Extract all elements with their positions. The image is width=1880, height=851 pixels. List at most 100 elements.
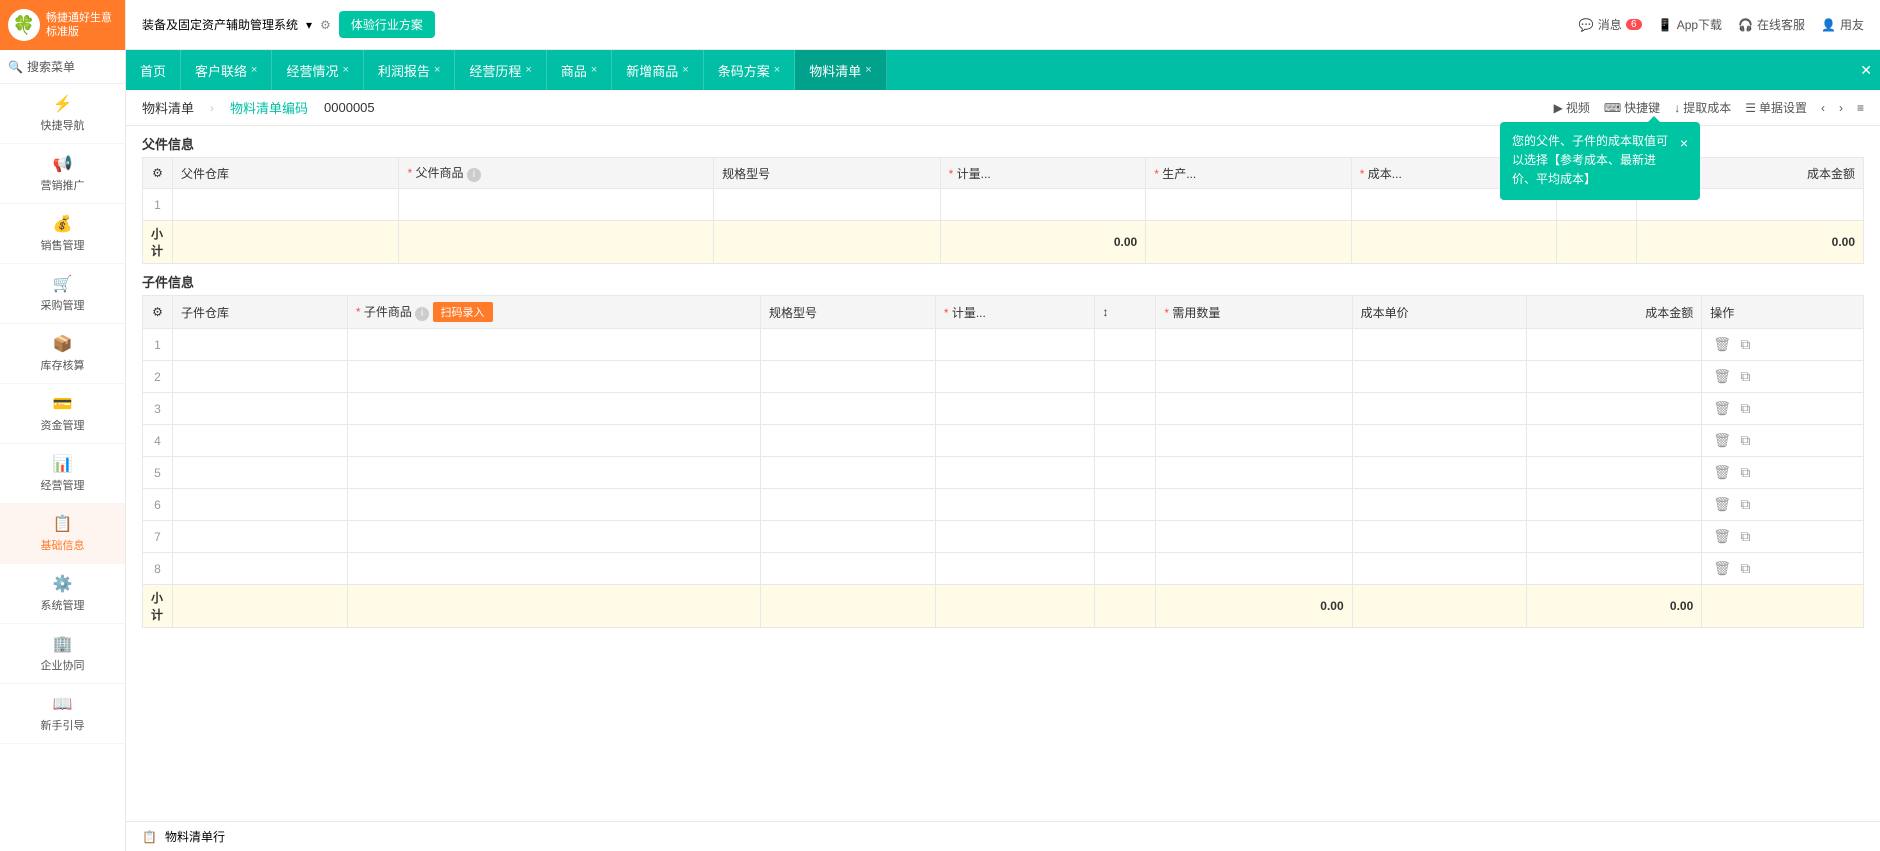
child-row-8-unit-cost[interactable] — [1352, 553, 1527, 585]
tab-home[interactable]: 首页 — [126, 50, 181, 90]
child-row-4-warehouse[interactable] — [173, 425, 348, 457]
child-row-5-unit[interactable] — [935, 457, 1094, 489]
tab-close-bom[interactable]: × — [865, 64, 871, 76]
child-row-1-spec[interactable] — [761, 329, 936, 361]
parent-row-1-product[interactable] — [399, 189, 714, 221]
scan-input-btn[interactable]: 扫码录入 — [433, 302, 493, 322]
child-row-3-unit-cost[interactable] — [1352, 393, 1527, 425]
parent-col-settings[interactable]: ⚙ — [143, 158, 173, 189]
child-row-2-copy-btn[interactable]: ⧉ — [1737, 368, 1753, 384]
shortcut-btn[interactable]: ⌨ 快捷键 — [1604, 99, 1660, 116]
child-row-5-unit-cost[interactable] — [1352, 457, 1527, 489]
child-row-6-quantity[interactable] — [1156, 489, 1352, 521]
child-row-2-product[interactable] — [347, 361, 760, 393]
child-row-2-warehouse[interactable] — [173, 361, 348, 393]
close-all-tabs[interactable]: ✕ — [1852, 62, 1880, 79]
child-row-8-copy-btn[interactable]: ⧉ — [1737, 560, 1753, 576]
child-row-7-warehouse[interactable] — [173, 521, 348, 553]
child-row-3-copy-btn[interactable]: ⧉ — [1737, 400, 1753, 416]
parent-row-1-warehouse[interactable] — [173, 189, 399, 221]
sidebar-item-enterprise[interactable]: 🏢 企业协同 — [0, 624, 125, 684]
child-row-3-spec[interactable] — [761, 393, 936, 425]
child-row-8-spec[interactable] — [761, 553, 936, 585]
breadcrumb-parent[interactable]: 物料清单 — [142, 98, 194, 117]
child-col-settings[interactable]: ⚙ — [143, 296, 173, 329]
child-row-5-warehouse[interactable] — [173, 457, 348, 489]
child-product-info-icon[interactable]: i — [415, 307, 429, 321]
child-row-7-product[interactable] — [347, 521, 760, 553]
child-row-4-delete-btn[interactable]: 🗑 — [1710, 432, 1734, 448]
child-row-1-delete-btn[interactable]: 🗑 — [1710, 336, 1734, 352]
search-menu[interactable]: 🔍 搜索菜单 — [0, 50, 125, 84]
extract-cost-btn[interactable]: ↓ 提取成本 — [1674, 99, 1731, 116]
sidebar-item-finance[interactable]: 💳 资金管理 — [0, 384, 125, 444]
sidebar-item-guide[interactable]: 📖 新手引导 — [0, 684, 125, 744]
child-row-4-unit-cost[interactable] — [1352, 425, 1527, 457]
tab-close-profit[interactable]: × — [434, 64, 440, 76]
sidebar-item-operation[interactable]: 📊 经营管理 — [0, 444, 125, 504]
child-row-6-delete-btn[interactable]: 🗑 — [1710, 496, 1734, 512]
child-row-2-delete-btn[interactable]: 🗑 — [1710, 368, 1734, 384]
child-row-5-product[interactable] — [347, 457, 760, 489]
sidebar-item-sales[interactable]: 💰 销售管理 — [0, 204, 125, 264]
child-row-3-warehouse[interactable] — [173, 393, 348, 425]
tab-barcode[interactable]: 条码方案 × — [704, 50, 795, 90]
child-row-3-product[interactable] — [347, 393, 760, 425]
video-btn[interactable]: ▶ 视频 — [1554, 99, 1590, 116]
child-row-3-delete-btn[interactable]: 🗑 — [1710, 400, 1734, 416]
sidebar-item-purchase[interactable]: 🛒 采购管理 — [0, 264, 125, 324]
tab-operation-process[interactable]: 经营历程 × — [455, 50, 546, 90]
tab-operation-status[interactable]: 经营情况 × — [272, 50, 363, 90]
child-row-7-quantity[interactable] — [1156, 521, 1352, 553]
child-row-8-delete-btn[interactable]: 🗑 — [1710, 560, 1734, 576]
child-row-1-warehouse[interactable] — [173, 329, 348, 361]
tab-close-barcode[interactable]: × — [774, 64, 780, 76]
sidebar-item-system[interactable]: ⚙️ 系统管理 — [0, 564, 125, 624]
child-row-3-quantity[interactable] — [1156, 393, 1352, 425]
child-row-1-quantity[interactable] — [1156, 329, 1352, 361]
child-row-1-unit-cost[interactable] — [1352, 329, 1527, 361]
tab-close-goods[interactable]: × — [591, 64, 597, 76]
dropdown-icon[interactable]: ▾ — [306, 18, 312, 32]
prev-btn[interactable]: ‹ — [1821, 101, 1825, 115]
child-row-8-product[interactable] — [347, 553, 760, 585]
app-download-btn[interactable]: 📱 App下载 — [1658, 16, 1722, 33]
tab-goods[interactable]: 商品 × — [547, 50, 612, 90]
child-row-2-unit[interactable] — [935, 361, 1094, 393]
tab-close-operation-status[interactable]: × — [342, 64, 348, 76]
parent-row-1-production[interactable] — [1146, 189, 1352, 221]
tab-close-customer[interactable]: × — [251, 64, 257, 76]
parent-row-1-spec[interactable] — [714, 189, 940, 221]
child-row-7-unit-cost[interactable] — [1352, 521, 1527, 553]
child-row-6-spec[interactable] — [761, 489, 936, 521]
child-row-7-copy-btn[interactable]: ⧉ — [1737, 528, 1753, 544]
sidebar-item-inventory[interactable]: 📦 库存核算 — [0, 324, 125, 384]
child-row-1-product[interactable] — [347, 329, 760, 361]
child-row-3-unit[interactable] — [935, 393, 1094, 425]
trial-btn[interactable]: 体验行业方案 — [339, 11, 435, 38]
child-row-4-spec[interactable] — [761, 425, 936, 457]
message-btn[interactable]: 💬 消息 6 — [1579, 16, 1642, 33]
child-row-4-quantity[interactable] — [1156, 425, 1352, 457]
parent-row-1-unit[interactable] — [940, 189, 1146, 221]
next-btn[interactable]: › — [1839, 101, 1843, 115]
child-row-5-quantity[interactable] — [1156, 457, 1352, 489]
child-row-7-delete-btn[interactable]: 🗑 — [1710, 528, 1734, 544]
single-setting-btn[interactable]: ☰ 单据设置 — [1745, 99, 1807, 116]
tab-add-goods[interactable]: 新增商品 × — [612, 50, 703, 90]
tab-bom[interactable]: 物料清单 × — [795, 50, 886, 90]
child-row-4-product[interactable] — [347, 425, 760, 457]
child-row-8-warehouse[interactable] — [173, 553, 348, 585]
parent-product-info-icon[interactable]: i — [467, 168, 481, 182]
child-row-5-spec[interactable] — [761, 457, 936, 489]
child-row-6-warehouse[interactable] — [173, 489, 348, 521]
sidebar-item-quick-nav[interactable]: ⚡ 快捷导航 — [0, 84, 125, 144]
child-row-8-unit[interactable] — [935, 553, 1094, 585]
child-row-4-copy-btn[interactable]: ⧉ — [1737, 432, 1753, 448]
tab-profit-report[interactable]: 利润报告 × — [364, 50, 455, 90]
child-row-6-product[interactable] — [347, 489, 760, 521]
child-row-2-quantity[interactable] — [1156, 361, 1352, 393]
child-row-4-unit[interactable] — [935, 425, 1094, 457]
child-row-8-quantity[interactable] — [1156, 553, 1352, 585]
child-row-2-unit-cost[interactable] — [1352, 361, 1527, 393]
